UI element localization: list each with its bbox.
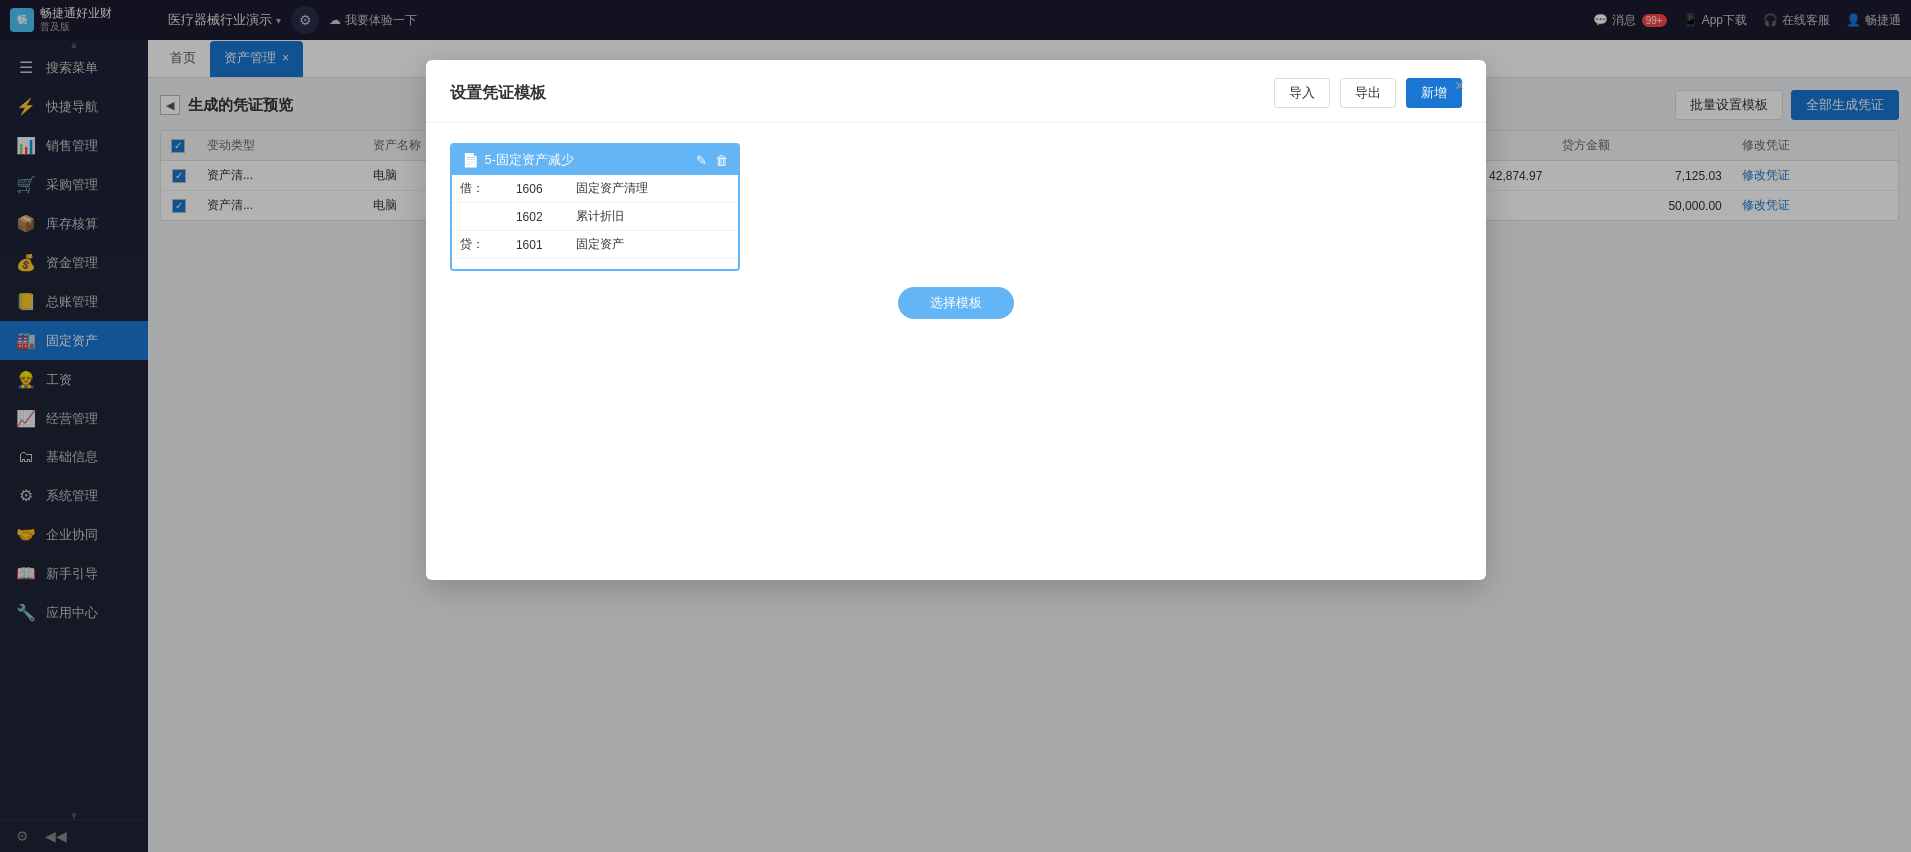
- template-doc-icon: 📄: [462, 152, 479, 168]
- template-row: 1602 累计折旧: [452, 203, 738, 231]
- template-cell-code: 1601: [508, 231, 568, 259]
- template-actions: ✎ 🗑: [696, 153, 728, 168]
- template-card-body: 借： 1606 固定资产清理 1602 累计折旧: [452, 175, 738, 269]
- template-cell-account: [568, 259, 692, 270]
- select-template-wrap: 选择模板: [450, 287, 1462, 319]
- set-template-modal: 设置凭证模板 导入 导出 新增 × 📄 5-固定资产减少 ✎: [426, 60, 1486, 580]
- template-card: 📄 5-固定资产减少 ✎ 🗑 借： 1606 固定资产清理: [450, 143, 740, 271]
- template-cell-side: [452, 203, 508, 231]
- template-cell-code: 1602: [508, 203, 568, 231]
- import-button[interactable]: 导入: [1274, 78, 1330, 108]
- modal-title: 设置凭证模板: [450, 83, 546, 104]
- modal-header: 设置凭证模板 导入 导出 新增 ×: [426, 60, 1486, 123]
- template-cell-account: 固定资产: [568, 231, 692, 259]
- template-row: 借： 1606 固定资产清理: [452, 175, 738, 203]
- modal-header-actions: 导入 导出 新增: [1274, 78, 1462, 108]
- template-title: 5-固定资产减少: [485, 151, 690, 169]
- template-cell-code: [508, 259, 568, 270]
- export-button[interactable]: 导出: [1340, 78, 1396, 108]
- close-icon: ×: [1455, 77, 1464, 95]
- template-card-header: 📄 5-固定资产减少 ✎ 🗑: [452, 145, 738, 175]
- template-row: 贷： 1601 固定资产: [452, 231, 738, 259]
- template-cell-side: 贷：: [452, 231, 508, 259]
- template-edit-icon[interactable]: ✎: [696, 153, 707, 168]
- modal-body: 📄 5-固定资产减少 ✎ 🗑 借： 1606 固定资产清理: [426, 123, 1486, 580]
- template-cell-empty: [692, 175, 715, 203]
- template-cell-empty: [692, 203, 715, 231]
- template-cell-empty2: [715, 175, 738, 203]
- template-cell-account: 累计折旧: [568, 203, 692, 231]
- template-cell-side: [452, 259, 508, 270]
- template-cell-code: 1606: [508, 175, 568, 203]
- template-cell-empty2: [715, 231, 738, 259]
- template-cell-empty: [692, 259, 715, 270]
- template-row: [452, 259, 738, 270]
- template-delete-icon[interactable]: 🗑: [715, 153, 728, 168]
- modal-close-button[interactable]: ×: [1448, 74, 1472, 98]
- modal-backdrop: 设置凭证模板 导入 导出 新增 × 📄 5-固定资产减少 ✎: [0, 0, 1911, 852]
- template-cell-empty2: [715, 203, 738, 231]
- template-cell-side: 借：: [452, 175, 508, 203]
- select-template-button[interactable]: 选择模板: [898, 287, 1014, 319]
- template-cell-account: 固定资产清理: [568, 175, 692, 203]
- template-cell-empty2: [715, 259, 738, 270]
- template-cell-empty: [692, 231, 715, 259]
